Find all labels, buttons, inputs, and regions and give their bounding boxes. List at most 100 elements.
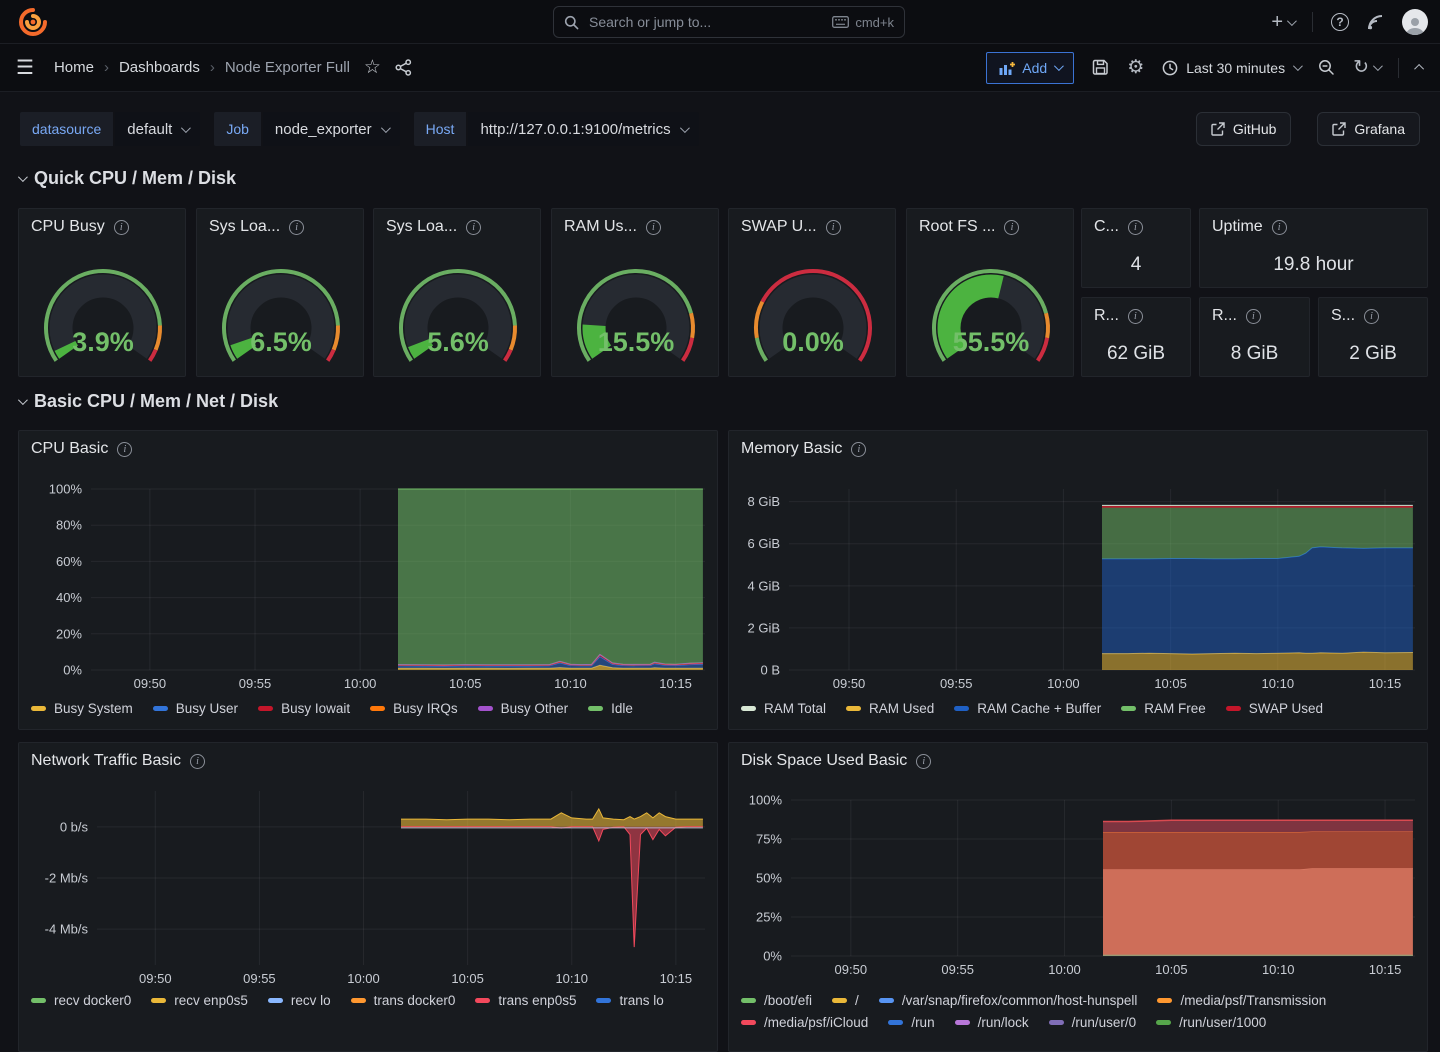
panel-title[interactable]: Sys Loa... (209, 218, 280, 236)
svg-text:10:15: 10:15 (1369, 676, 1402, 691)
zoom-out-button[interactable] (1318, 59, 1335, 76)
chart-canvas: 09:50 09:55 10:00 10:05 10:10 10:15 0 b/s -2 Mb… (45, 791, 705, 986)
legend-label: /run/lock (977, 1015, 1029, 1030)
legend-item[interactable]: Busy Iowait (258, 701, 350, 716)
legend-item[interactable]: /media/psf/iCloud (741, 1015, 868, 1030)
panel-title[interactable]: R... (1094, 307, 1119, 325)
collapse-toolbar-button[interactable] (1414, 63, 1425, 74)
share-icon[interactable] (395, 59, 412, 76)
legend-item[interactable]: /run/user/1000 (1156, 1015, 1266, 1030)
legend-item[interactable]: Idle (588, 701, 633, 716)
panel-title[interactable]: Network Traffic Basic (31, 752, 181, 770)
legend-item[interactable]: /run/user/0 (1048, 1015, 1136, 1030)
legend-item[interactable]: /run/lock (954, 1015, 1029, 1030)
news-button[interactable] (1367, 14, 1384, 31)
section-quick-cpu-mem-disk[interactable]: Quick CPU / Mem / Disk (17, 168, 236, 189)
legend-item[interactable]: Busy User (152, 701, 238, 716)
panel-title[interactable]: Sys Loa... (386, 218, 457, 236)
legend-swatch (596, 998, 612, 1003)
user-avatar[interactable] (1402, 9, 1428, 35)
add-panel-button[interactable]: Add (986, 51, 1075, 84)
dashboard-settings-button[interactable]: ⚙ (1127, 58, 1144, 77)
info-icon[interactable]: i (825, 219, 841, 235)
panel-title[interactable]: Memory Basic (741, 440, 842, 458)
chart-canvas: 09:50 09:55 10:00 10:05 10:10 10:15 0% 20% 40% 60… (49, 482, 705, 691)
link-label: Grafana (1354, 121, 1405, 137)
section-basic-cpu-mem-net-disk[interactable]: Basic CPU / Mem / Net / Disk (17, 391, 278, 412)
svg-text:0.0%: 0.0% (782, 327, 844, 357)
svg-text:10:00: 10:00 (1048, 962, 1081, 977)
legend-item[interactable]: /var/snap/firefox/common/host-hunspell (878, 993, 1137, 1008)
legend-item[interactable]: recv docker0 (31, 993, 131, 1008)
datasource-select[interactable]: default (115, 112, 201, 146)
svg-text:75%: 75% (756, 832, 782, 847)
github-link-button[interactable]: GitHub (1195, 112, 1292, 146)
grafana-logo-icon[interactable] (18, 7, 48, 37)
menu-icon[interactable]: ☰ (16, 55, 34, 80)
info-icon[interactable]: i (1245, 308, 1261, 324)
info-icon[interactable]: i (851, 441, 867, 457)
legend-item[interactable]: trans lo (596, 993, 664, 1008)
info-icon[interactable]: i (113, 219, 129, 235)
info-icon[interactable]: i (466, 219, 482, 235)
help-button[interactable]: ? (1331, 13, 1349, 31)
legend-item[interactable]: RAM Used (846, 701, 934, 716)
stat-value: 4 (1130, 254, 1142, 275)
panel-title[interactable]: RAM Us... (564, 218, 637, 236)
breadcrumb-dashboards[interactable]: Dashboards (119, 59, 200, 76)
svg-text:10:05: 10:05 (449, 676, 482, 691)
info-icon[interactable]: i (1127, 219, 1143, 235)
panel-title[interactable]: CPU Busy (31, 218, 105, 236)
legend-label: Idle (611, 701, 633, 716)
star-icon[interactable]: ☆ (364, 56, 381, 79)
breadcrumb-home[interactable]: Home (54, 59, 94, 76)
panel-title[interactable]: CPU Basic (31, 440, 108, 458)
legend-item[interactable]: Busy Other (477, 701, 568, 716)
new-button[interactable]: + (1271, 12, 1297, 32)
panel-title[interactable]: R... (1212, 307, 1237, 325)
info-icon[interactable]: i (189, 753, 205, 769)
legend-item[interactable]: Busy IRQs (370, 701, 458, 716)
stat-value: 62 GiB (1106, 343, 1166, 364)
panel-title[interactable]: S... (1331, 307, 1355, 325)
panel-title[interactable]: C... (1094, 218, 1119, 236)
panel-title[interactable]: Root FS ... (919, 218, 995, 236)
svg-text:5.6%: 5.6% (427, 327, 489, 357)
time-range-picker[interactable]: Last 30 minutes (1162, 60, 1303, 76)
legend-item[interactable]: /boot/efi (741, 993, 812, 1008)
panel-title[interactable]: SWAP U... (741, 218, 817, 236)
legend-item[interactable]: /media/psf/Transmission (1157, 993, 1326, 1008)
job-select[interactable]: node_exporter (262, 112, 400, 146)
graph-bar-icon (999, 61, 1016, 75)
search-box[interactable]: cmd+k (553, 6, 905, 38)
refresh-button[interactable]: ↻ (1353, 58, 1383, 77)
legend-item[interactable]: SWAP Used (1225, 701, 1323, 716)
legend-item[interactable]: recv enp0s5 (151, 993, 248, 1008)
legend-item[interactable]: Busy System (31, 701, 133, 716)
panel-title[interactable]: Disk Space Used Basic (741, 752, 907, 770)
info-icon[interactable]: i (916, 753, 932, 769)
legend-item[interactable]: trans enp0s5 (475, 993, 576, 1008)
rss-icon (1368, 14, 1383, 29)
legend-item[interactable]: recv lo (267, 993, 331, 1008)
legend-item[interactable]: trans docker0 (350, 993, 455, 1008)
legend-swatch (846, 706, 862, 711)
info-icon[interactable]: i (645, 219, 661, 235)
svg-text:10:15: 10:15 (660, 971, 693, 986)
info-icon[interactable]: i (1364, 308, 1380, 324)
host-select[interactable]: http://127.0.0.1:9100/metrics (468, 112, 699, 146)
info-icon[interactable]: i (1271, 219, 1287, 235)
info-icon[interactable]: i (1127, 308, 1143, 324)
legend-item[interactable]: /run (888, 1015, 935, 1030)
info-icon[interactable]: i (1004, 219, 1020, 235)
grafana-link-button[interactable]: Grafana (1317, 112, 1420, 146)
save-dashboard-button[interactable] (1092, 59, 1109, 76)
legend-item[interactable]: / (832, 993, 859, 1008)
info-icon[interactable]: i (289, 219, 305, 235)
legend-item[interactable]: RAM Cache + Buffer (954, 701, 1101, 716)
legend-item[interactable]: RAM Free (1121, 701, 1206, 716)
panel-title[interactable]: Uptime (1212, 218, 1263, 236)
info-icon[interactable]: i (117, 441, 133, 457)
legend-item[interactable]: RAM Total (741, 701, 826, 716)
search-input[interactable] (587, 13, 825, 31)
